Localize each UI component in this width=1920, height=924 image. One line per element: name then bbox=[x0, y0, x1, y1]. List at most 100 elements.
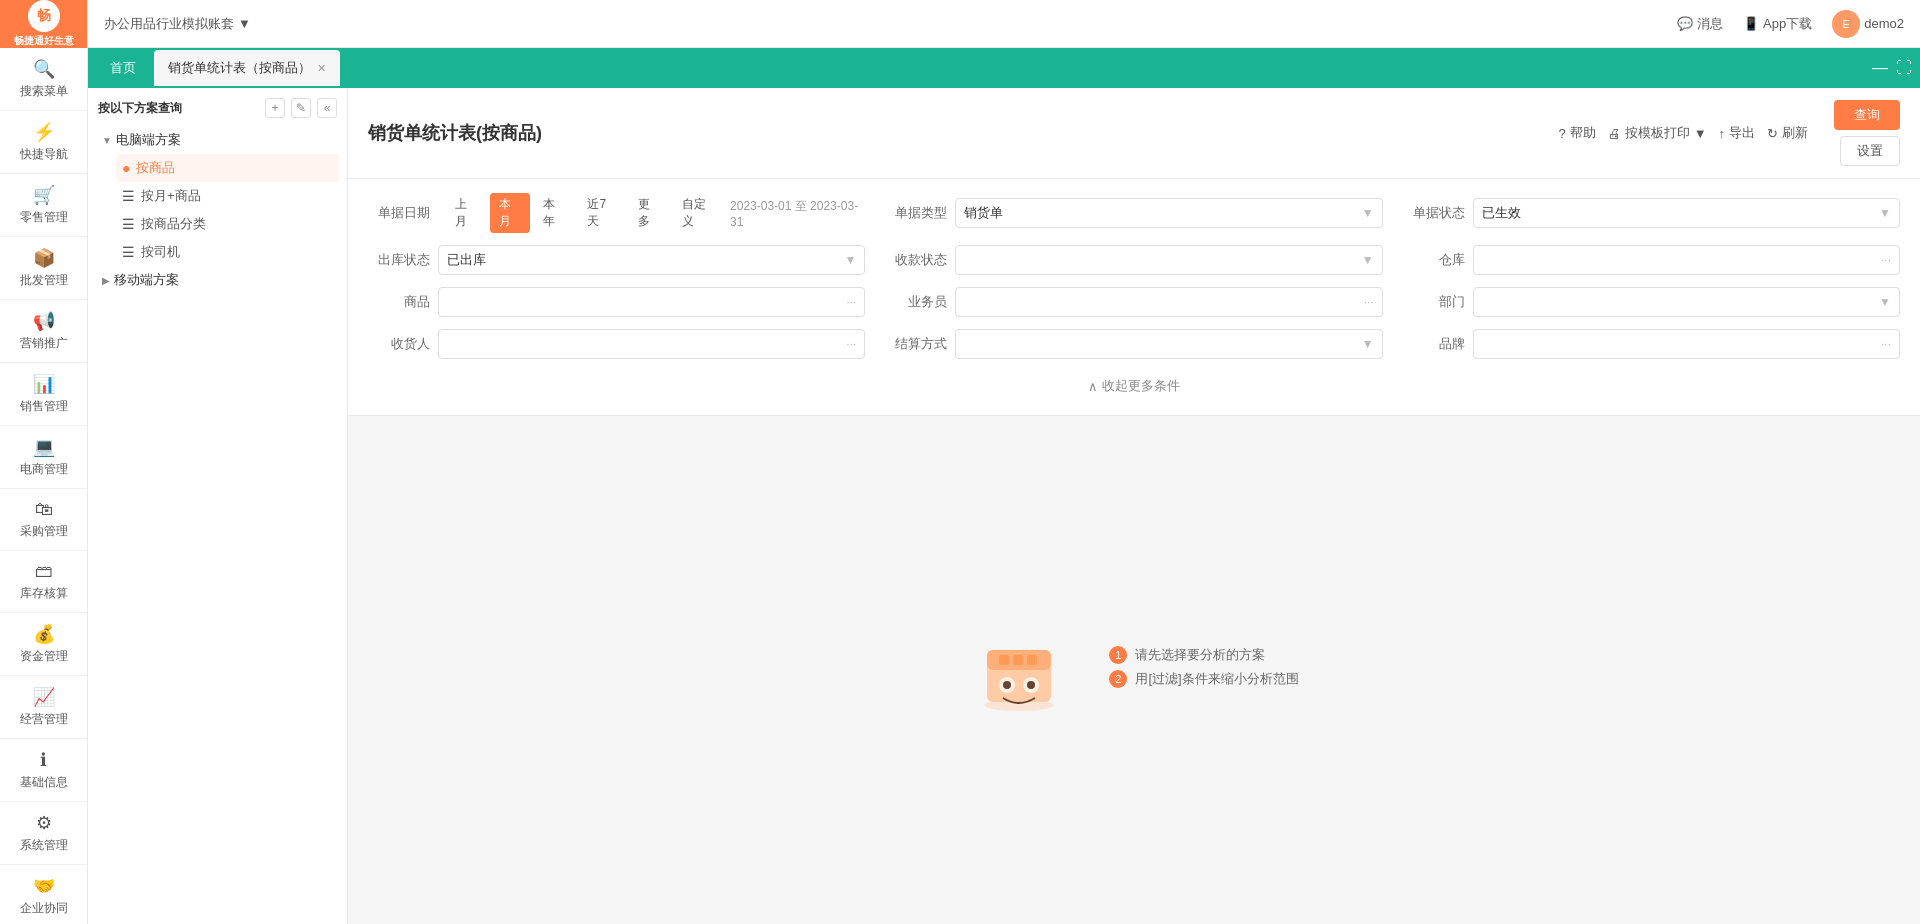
filter-row-1: 单据日期 上月 本月 本年 近7天 更多 自定义 2023-03-01 至 20… bbox=[368, 193, 1900, 233]
refresh-btn[interactable]: ↻ 刷新 bbox=[1767, 124, 1808, 142]
tab-maximize-icon[interactable]: ⛶ bbox=[1896, 59, 1912, 77]
query-button[interactable]: 查询 bbox=[1834, 100, 1900, 130]
collapse-icon: « bbox=[324, 101, 331, 115]
message-label: 消息 bbox=[1697, 15, 1723, 33]
date-last-month-btn[interactable]: 上月 bbox=[446, 193, 486, 233]
collapse-bar[interactable]: ∧ 收起更多条件 bbox=[368, 371, 1900, 401]
docstatus-label: 单据状态 bbox=[1403, 204, 1473, 222]
setting-button[interactable]: 设置 bbox=[1840, 136, 1900, 166]
collapse-up-icon: ∧ bbox=[1088, 379, 1098, 394]
right-content: 销货单统计表(按商品) ? 帮助 🖨 按模板打印 ▼ ↑ 导出 bbox=[348, 88, 1920, 924]
warehouse-label: 仓库 bbox=[1403, 251, 1473, 269]
add-scheme-btn[interactable]: + bbox=[265, 98, 285, 118]
app-logo: 畅 畅捷通好生意 bbox=[0, 0, 88, 48]
hint-text-2: 用[过滤]条件来缩小分析范围 bbox=[1135, 670, 1298, 688]
sidebar-item-system[interactable]: ⚙ 系统管理 bbox=[0, 802, 87, 865]
date-this-month-btn[interactable]: 本月 bbox=[490, 193, 530, 233]
collectstatus-input[interactable]: ▼ bbox=[955, 245, 1382, 275]
sidebar-item-shortcut[interactable]: ⚡ 快捷导航 bbox=[0, 111, 87, 174]
filter-date-field: 单据日期 上月 本月 本年 近7天 更多 自定义 2023-03-01 至 20… bbox=[368, 193, 865, 233]
tab-minimize-icon[interactable]: — bbox=[1872, 59, 1888, 77]
help-btn[interactable]: ? 帮助 bbox=[1558, 124, 1595, 142]
app-download-btn[interactable]: 📱 App下载 bbox=[1743, 15, 1812, 33]
logo-icon: 畅 bbox=[28, 0, 60, 32]
outstatus-input[interactable]: 已出库 ▼ bbox=[438, 245, 865, 275]
filter-doctype-field: 单据类型 销货单 ▼ bbox=[885, 198, 1382, 228]
sidebar-item-enterprise[interactable]: 🤝 企业协同 bbox=[0, 865, 87, 924]
sidebar-item-marketing[interactable]: 📢 营销推广 bbox=[0, 300, 87, 363]
tree-child-by-dept[interactable]: ☰ 按司机 bbox=[116, 238, 339, 266]
sidebar-item-finance-label: 资金管理 bbox=[20, 648, 68, 665]
tab-close-icon[interactable]: ✕ bbox=[317, 62, 326, 75]
sidebar-item-basic[interactable]: ℹ 基础信息 bbox=[0, 739, 87, 802]
warehouse-input[interactable]: ··· bbox=[1473, 245, 1900, 275]
tab-report[interactable]: 销货单统计表（按商品） ✕ bbox=[154, 50, 340, 86]
avatar-initials: E bbox=[1843, 18, 1850, 30]
date-custom-btn[interactable]: 自定义 bbox=[673, 193, 724, 233]
export-icon: ↑ bbox=[1719, 126, 1726, 141]
content-wrapper: 按以下方案查询 + ✎ « ▼ 电脑端方案 bbox=[88, 88, 1920, 924]
product-input[interactable]: ··· bbox=[438, 287, 865, 317]
department-input[interactable]: ▼ bbox=[1473, 287, 1900, 317]
filter-receiver-field: 收货人 ··· bbox=[368, 329, 865, 359]
refresh-icon: ↻ bbox=[1767, 126, 1778, 141]
filter-product-field: 商品 ··· bbox=[368, 287, 865, 317]
receiver-input[interactable]: ··· bbox=[438, 329, 865, 359]
tree-child-by-category[interactable]: ☰ 按商品分类 bbox=[116, 210, 339, 238]
sidebar-item-sales[interactable]: 📊 销售管理 bbox=[0, 363, 87, 426]
action-buttons: 查询 设置 bbox=[1820, 100, 1900, 166]
shortcut-icon: ⚡ bbox=[33, 121, 55, 143]
tree-child-by-month-product[interactable]: ☰ 按月+商品 bbox=[116, 182, 339, 210]
export-btn[interactable]: ↑ 导出 bbox=[1719, 124, 1756, 142]
print-btn[interactable]: 🖨 按模板打印 ▼ bbox=[1608, 124, 1707, 142]
sidebar-item-ops[interactable]: 📈 经营管理 bbox=[0, 676, 87, 739]
docstatus-input[interactable]: 已生效 ▼ bbox=[1473, 198, 1900, 228]
salesperson-label: 业务员 bbox=[885, 293, 955, 311]
user-profile[interactable]: E demo2 bbox=[1832, 10, 1904, 38]
sidebar-item-inventory[interactable]: 🗃 库存核算 bbox=[0, 551, 87, 613]
date-more-btn[interactable]: 更多 bbox=[629, 193, 669, 233]
svg-point-9 bbox=[1027, 681, 1035, 689]
brand-input[interactable]: ··· bbox=[1473, 329, 1900, 359]
date-this-year-btn[interactable]: 本年 bbox=[534, 193, 574, 233]
filter-docstatus-field: 单据状态 已生效 ▼ bbox=[1403, 198, 1900, 228]
payment-arrow-icon: ▼ bbox=[1362, 337, 1374, 351]
month-product-icon: ☰ bbox=[122, 188, 135, 204]
sidebar-item-finance[interactable]: 💰 资金管理 bbox=[0, 613, 87, 676]
empty-svg bbox=[969, 620, 1069, 720]
salesperson-input[interactable]: ··· bbox=[955, 287, 1382, 317]
header-right: 💬 消息 📱 App下载 E demo2 bbox=[1677, 10, 1904, 38]
date-quick-btns: 上月 本月 本年 近7天 更多 自定义 bbox=[446, 193, 724, 233]
collapse-panel-btn[interactable]: « bbox=[317, 98, 337, 118]
page-title: 销货单统计表(按商品) bbox=[368, 121, 542, 157]
tree-group-mobile: ▶ 移动端方案 bbox=[88, 266, 347, 294]
industry-selector[interactable]: 办公用品行业模拟账套 ▼ bbox=[104, 15, 251, 33]
tab-home[interactable]: 首页 bbox=[96, 50, 150, 86]
tree-parent-pc[interactable]: ▼ 电脑端方案 bbox=[96, 126, 339, 154]
tree-parent-mobile[interactable]: ▶ 移动端方案 bbox=[96, 266, 339, 294]
sidebar-item-wholesale[interactable]: 📦 批发管理 bbox=[0, 237, 87, 300]
tree-child-by-product[interactable]: ● 按商品 bbox=[116, 154, 339, 182]
svg-rect-4 bbox=[1013, 655, 1023, 665]
doctype-input[interactable]: 销货单 ▼ bbox=[955, 198, 1382, 228]
edit-scheme-btn[interactable]: ✎ bbox=[291, 98, 311, 118]
message-btn[interactable]: 💬 消息 bbox=[1677, 15, 1723, 33]
sidebar-item-retail-label: 零售管理 bbox=[20, 209, 68, 226]
main-area: 办公用品行业模拟账套 ▼ 💬 消息 📱 App下载 E demo2 首页 bbox=[88, 0, 1920, 924]
retail-icon: 🛒 bbox=[33, 184, 55, 206]
sidebar-item-purchase[interactable]: 🛍 采购管理 bbox=[0, 489, 87, 551]
docstatus-value: 已生效 bbox=[1482, 204, 1521, 222]
sidebar-item-sales-label: 销售管理 bbox=[20, 398, 68, 415]
filter-area: 单据日期 上月 本月 本年 近7天 更多 自定义 2023-03-01 至 20… bbox=[348, 179, 1920, 416]
sidebar-item-retail[interactable]: 🛒 零售管理 bbox=[0, 174, 87, 237]
sidebar-item-ecom[interactable]: 💻 电商管理 bbox=[0, 426, 87, 489]
tab-report-label: 销货单统计表（按商品） bbox=[168, 59, 311, 77]
date-last-7days-btn[interactable]: 近7天 bbox=[578, 193, 624, 233]
filter-row-3: 商品 ··· 业务员 ··· bbox=[368, 287, 1900, 317]
empty-hint-2: 2 用[过滤]条件来缩小分析范围 bbox=[1109, 670, 1298, 688]
receiver-label: 收货人 bbox=[368, 335, 438, 353]
tree-child-by-category-label: 按商品分类 bbox=[141, 215, 206, 233]
sales-icon: 📊 bbox=[33, 373, 55, 395]
payment-input[interactable]: ▼ bbox=[955, 329, 1382, 359]
sidebar-item-search[interactable]: 🔍 搜索菜单 bbox=[0, 48, 87, 111]
